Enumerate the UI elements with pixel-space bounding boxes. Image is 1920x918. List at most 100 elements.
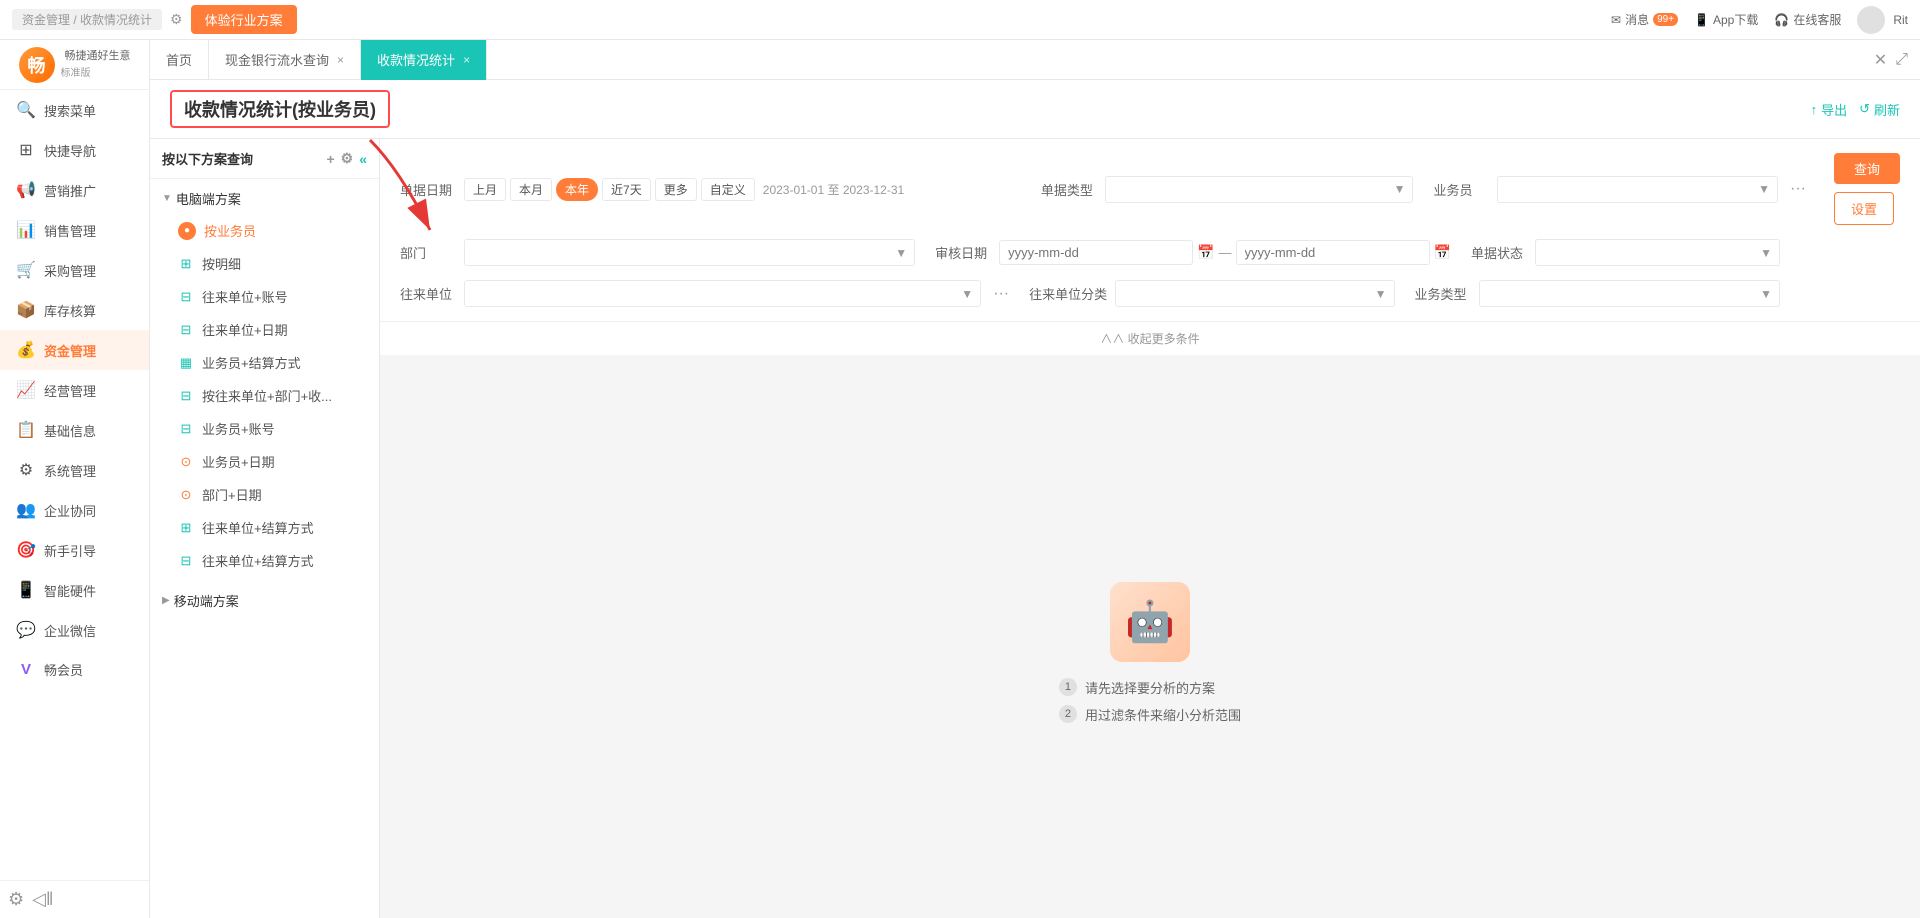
salesperson-more-icon[interactable]: ··· — [1790, 180, 1806, 198]
scheme-item-label: 部门+日期 — [202, 485, 262, 504]
sidebar-item-purchase[interactable]: 🛒 采购管理 — [0, 250, 149, 290]
sidebar-item-operation[interactable]: 📈 经营管理 — [0, 370, 149, 410]
sidebar-item-enterprise[interactable]: 👥 企业协同 — [0, 490, 149, 530]
sidebar-item-search[interactable]: 🔍 搜索菜单 — [0, 90, 149, 130]
tab-receipt-stats[interactable]: 收款情况统计 × — [361, 40, 487, 80]
doc-status-select[interactable] — [1535, 239, 1780, 266]
counterpart-category-select-wrapper: ▼ — [1115, 280, 1394, 307]
dept-label: 部门 — [400, 243, 456, 262]
collapse-more-conditions[interactable]: ∧∧ 收起更多条件 — [380, 321, 1920, 355]
sidebar-item-inventory[interactable]: 📦 库存核算 — [0, 290, 149, 330]
doc-type-select-wrapper: ▼ — [1105, 176, 1414, 203]
scheme-icon: ⊙ — [178, 454, 194, 470]
dept-select[interactable] — [464, 239, 915, 266]
user-profile[interactable]: Rit — [1857, 6, 1908, 34]
scheme-item-by-salesperson[interactable]: ● 按业务员 — [150, 214, 379, 247]
date-btn-last-month[interactable]: 上月 — [464, 178, 506, 201]
date-btn-this-month[interactable]: 本月 — [510, 178, 552, 201]
refresh-button[interactable]: ↺ 刷新 — [1859, 100, 1900, 119]
step-2-text: 用过滤条件来缩小分析范围 — [1085, 705, 1241, 724]
scheme-group-pc-header[interactable]: ▼ 电脑端方案 — [150, 183, 379, 214]
guide-icon: 🎯 — [16, 540, 36, 560]
audit-date-range: 📅 — 📅 — [999, 240, 1451, 265]
sidebar-item-member[interactable]: V 畅会员 — [0, 650, 149, 689]
settings-bottom-icon[interactable]: ⚙ — [8, 889, 24, 910]
top-bar-actions: ✉ 消息 99+ 📱 App下载 🎧 在线客服 Rit — [1611, 6, 1908, 34]
scheme-icon: ⊙ — [178, 487, 194, 503]
tab-receipt-stats-close[interactable]: × — [463, 53, 470, 67]
date-btn-7days[interactable]: 近7天 — [602, 178, 651, 201]
audit-date-start-cal-icon[interactable]: 📅 — [1197, 244, 1214, 261]
scheme-item-unit-dept-recv[interactable]: ⊟ 按往来单位+部门+收... — [150, 379, 379, 412]
scheme-item-dept-date[interactable]: ⊙ 部门+日期 — [150, 478, 379, 511]
online-service-action[interactable]: 🎧 在线客服 — [1774, 11, 1841, 28]
scheme-item-salesperson-settlement[interactable]: ▦ 业务员+结算方式 — [150, 346, 379, 379]
sidebar-item-basicinfo[interactable]: 📋 基础信息 — [0, 410, 149, 450]
salesperson-select[interactable] — [1497, 176, 1778, 203]
sidebar-menu: 🔍 搜索菜单 ⊞ 快捷导航 📢 营销推广 📊 销售管理 🛒 采购管理 📦 — [0, 90, 149, 880]
scheme-group-mobile-header[interactable]: ▶ 移动端方案 — [150, 585, 379, 616]
sidebar-item-hardware[interactable]: 📱 智能硬件 — [0, 570, 149, 610]
app-download-action[interactable]: 📱 App下载 — [1694, 11, 1758, 28]
pc-group-label: 电脑端方案 — [176, 189, 241, 208]
settings-icon[interactable]: ⚙ — [170, 11, 183, 28]
maximize-icon[interactable]: ⤢ — [1895, 51, 1908, 69]
scheme-settings-button[interactable]: ⚙ — [341, 150, 354, 167]
expand-icon[interactable]: ◁‖ — [32, 889, 53, 910]
sidebar-item-marketing[interactable]: 📢 营销推广 — [0, 170, 149, 210]
sidebar-item-finance[interactable]: 💰 资金管理 — [0, 330, 149, 370]
counterpart-category-select[interactable] — [1115, 280, 1394, 307]
sidebar-item-guide[interactable]: 🎯 新手引导 — [0, 530, 149, 570]
date-buttons: 上月 本月 本年 近7天 更多 自定义 2023-01-01 至 2023-12… — [464, 178, 904, 201]
filter-section: 单据日期 上月 本月 本年 近7天 更多 自定义 2023-01-01 至 20… — [380, 139, 1920, 321]
counterpart-more-icon[interactable]: ··· — [993, 285, 1009, 303]
tab-home[interactable]: 首页 — [150, 40, 209, 80]
sidebar-item-label: 企业微信 — [44, 621, 96, 640]
date-btn-this-year[interactable]: 本年 — [556, 178, 598, 201]
setting-button[interactable]: 设置 — [1834, 192, 1894, 225]
sidebar-item-sales[interactable]: 📊 销售管理 — [0, 210, 149, 250]
doc-type-select[interactable] — [1105, 176, 1414, 203]
sidebar-item-label: 经营管理 — [44, 381, 96, 400]
audit-date-start[interactable] — [999, 240, 1193, 265]
message-action[interactable]: ✉ 消息 99+ — [1611, 11, 1678, 28]
filter-counterpart: 往来单位 ▼ ··· — [400, 280, 1009, 307]
filter-action-buttons: 查询 设置 — [1834, 153, 1900, 225]
close-window-icon[interactable]: ✕ — [1874, 50, 1887, 70]
sidebar-item-wechat[interactable]: 💬 企业微信 — [0, 610, 149, 650]
scheme-group-pc: ▼ 电脑端方案 ● 按业务员 ⊞ 按明细 ⊟ 往来单位+账号 — [150, 179, 379, 581]
tab-receipt-stats-label: 收款情况统计 — [377, 50, 455, 69]
export-button[interactable]: ↑ 导出 — [1811, 100, 1848, 119]
sidebar-item-quicknav[interactable]: ⊞ 快捷导航 — [0, 130, 149, 170]
tab-bank-flow-close[interactable]: × — [337, 53, 344, 67]
audit-date-end[interactable] — [1236, 240, 1430, 265]
tab-bank-flow[interactable]: 现金银行流水查询 × — [209, 40, 361, 80]
scheme-item-salesperson-date[interactable]: ⊙ 业务员+日期 — [150, 445, 379, 478]
scheme-item-unit-settlement1[interactable]: ⊞ 往来单位+结算方式 — [150, 511, 379, 544]
scheme-item-label: 按明细 — [202, 254, 241, 273]
add-scheme-button[interactable]: + — [326, 151, 334, 167]
biz-type-select[interactable] — [1479, 280, 1780, 307]
audit-date-end-cal-icon[interactable]: 📅 — [1434, 244, 1451, 261]
step-number-2: 2 — [1059, 705, 1077, 723]
date-btn-more[interactable]: 更多 — [655, 178, 697, 201]
collapse-panel-button[interactable]: « — [359, 151, 367, 167]
sidebar-item-label: 库存核算 — [44, 301, 96, 320]
scheme-item-unit-settlement2[interactable]: ⊟ 往来单位+结算方式 — [150, 544, 379, 577]
sidebar-item-system[interactable]: ⚙ 系统管理 — [0, 450, 149, 490]
scheme-item-salesperson-account[interactable]: ⊟ 业务员+账号 — [150, 412, 379, 445]
date-btn-custom[interactable]: 自定义 — [701, 178, 755, 201]
date-range-display: 2023-01-01 至 2023-12-31 — [763, 181, 904, 198]
sidebar-item-label: 系统管理 — [44, 461, 96, 480]
scheme-item-unit-date[interactable]: ⊟ 往来单位+日期 — [150, 313, 379, 346]
filter-dept: 部门 ▼ — [400, 239, 915, 266]
filter-doc-status: 单据状态 ▼ — [1471, 239, 1780, 266]
query-button[interactable]: 查询 — [1834, 153, 1900, 184]
counterpart-select[interactable] — [464, 280, 981, 307]
counterpart-label: 往来单位 — [400, 284, 456, 303]
trial-button[interactable]: 体验行业方案 — [191, 5, 297, 34]
scheme-item-by-detail[interactable]: ⊞ 按明细 — [150, 247, 379, 280]
scheme-item-unit-account[interactable]: ⊟ 往来单位+账号 — [150, 280, 379, 313]
sidebar-item-label: 新手引导 — [44, 541, 96, 560]
online-service-label: 在线客服 — [1793, 11, 1841, 28]
